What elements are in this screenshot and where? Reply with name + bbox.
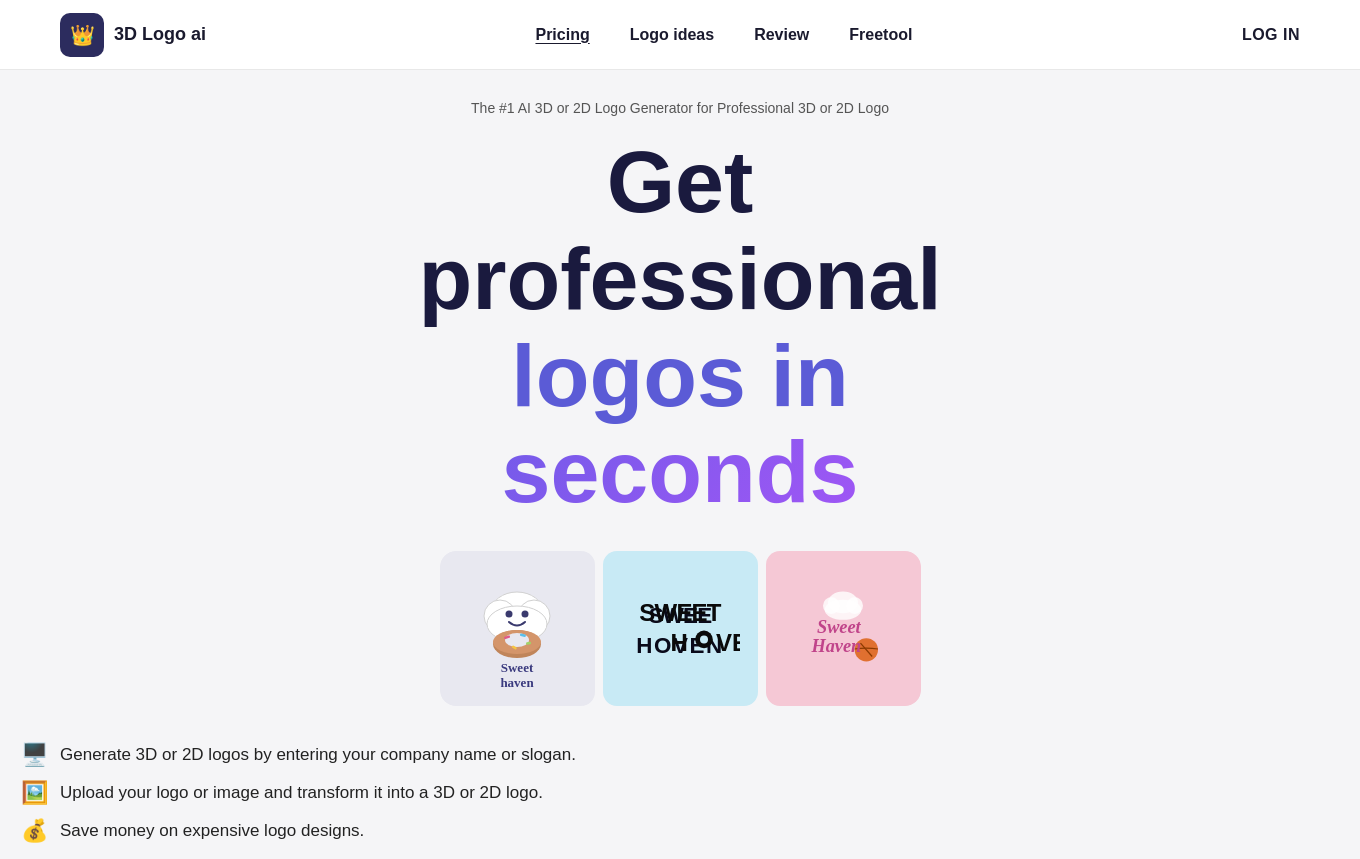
logo-icon: 👑 xyxy=(60,13,104,57)
logo-title: 3D Logo ai xyxy=(114,24,206,45)
feature-emoji-1: 🖼️ xyxy=(20,780,48,806)
svg-point-22 xyxy=(700,635,708,643)
svg-text:Haven: Haven xyxy=(810,636,861,656)
svg-point-4 xyxy=(506,610,513,617)
logo-area[interactable]: 👑 3D Logo ai xyxy=(60,13,206,57)
svg-text:haven: haven xyxy=(500,675,534,690)
hero-line-3: logos in xyxy=(418,328,941,425)
nav: Pricing Logo ideas Review Freetool xyxy=(535,26,912,44)
header: 👑 3D Logo ai Pricing Logo ideas Review F… xyxy=(0,0,1360,70)
main-content: The #1 AI 3D or 2D Logo Generator for Pr… xyxy=(0,70,1360,859)
svg-text:VEN: VEN xyxy=(716,628,740,655)
svg-text:Sweet: Sweet xyxy=(817,617,862,637)
feature-emoji-0: 🖥️ xyxy=(20,742,48,768)
feature-list: 🖥️ Generate 3D or 2D logos by entering y… xyxy=(20,742,720,859)
feature-emoji-2: 💰 xyxy=(20,818,48,844)
nav-review[interactable]: Review xyxy=(754,26,809,44)
nav-pricing[interactable]: Pricing xyxy=(535,26,589,44)
hero-line-4: seconds xyxy=(418,424,941,521)
feature-item-1: 🖼️ Upload your logo or image and transfo… xyxy=(20,780,720,806)
login-button[interactable]: LOG IN xyxy=(1242,26,1300,44)
page-subtitle: The #1 AI 3D or 2D Logo Generator for Pr… xyxy=(471,100,889,116)
feature-text-0: Generate 3D or 2D logos by entering your… xyxy=(60,745,576,765)
hero-line-2: professional xyxy=(418,231,941,328)
feature-item-2: 💰 Save money on expensive logo designs. xyxy=(20,818,720,844)
svg-text:SWEET: SWEET xyxy=(639,599,721,626)
feature-text-1: Upload your logo or image and transform … xyxy=(60,783,543,803)
feature-item-0: 🖥️ Generate 3D or 2D logos by entering y… xyxy=(20,742,720,768)
hero-line-1: Get xyxy=(418,134,941,231)
logo-card-2: SWEE HOVEN SWEET H VEN xyxy=(603,551,758,706)
hero-heading: Get professional logos in seconds xyxy=(418,134,941,521)
logo-showcase: Sweet haven SWEE HOVEN SWEET H VEN xyxy=(440,551,921,706)
logo-card-3: Sweet Haven xyxy=(766,551,921,706)
nav-freetool[interactable]: Freetool xyxy=(849,26,912,44)
logo-card-1: Sweet haven xyxy=(440,551,595,706)
svg-text:Sweet: Sweet xyxy=(501,660,534,675)
svg-point-5 xyxy=(522,610,529,617)
nav-logo-ideas[interactable]: Logo ideas xyxy=(630,26,714,44)
feature-text-2: Save money on expensive logo designs. xyxy=(60,821,364,841)
svg-text:H: H xyxy=(671,628,690,655)
